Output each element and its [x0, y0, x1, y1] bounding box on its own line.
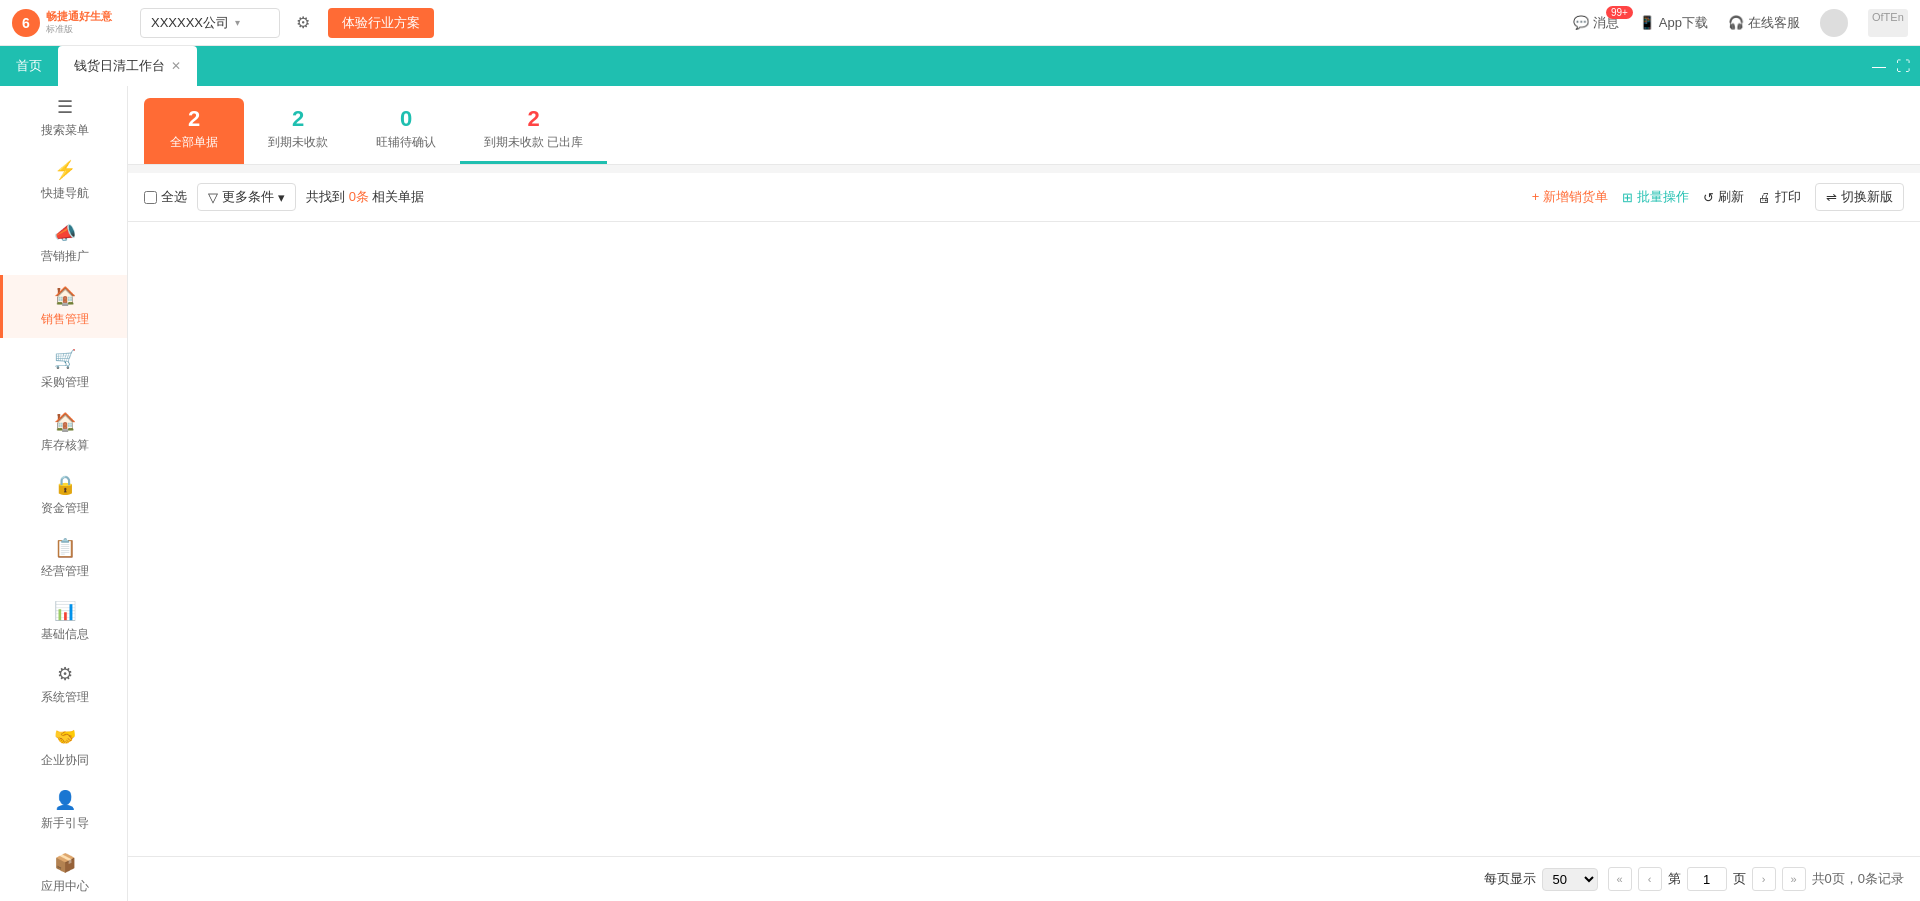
chevron-down-icon: ▾	[278, 190, 285, 205]
select-all-checkbox[interactable]: 全选	[144, 188, 187, 206]
sidebar-item-operations[interactable]: 📋 经营管理	[0, 527, 127, 590]
operations-icon: 📋	[54, 537, 76, 559]
user-name-area[interactable]: OfTEn	[1868, 9, 1908, 37]
pagination-bar: 每页显示 50 100 200 « ‹ 第 页 › » 共0页，0条记录	[128, 856, 1920, 901]
sidebar-item-guide[interactable]: 👤 新手引导	[0, 779, 127, 842]
quick-nav-icon: ⚡	[54, 159, 76, 181]
header-right: 💬 消息 99+ 📱 App下载 🎧 在线客服 OfTEn	[1573, 9, 1908, 37]
sidebar-item-enterprise[interactable]: 🤝 企业协同	[0, 716, 127, 779]
all-checkbox-input[interactable]	[144, 191, 157, 204]
main-layout: ☰ 搜索菜单 ⚡ 快捷导航 📣 营销推广 🏠 销售管理 🛒 采购管理 🏠 库存核…	[0, 86, 1920, 901]
page-input[interactable]	[1687, 867, 1727, 891]
total-records-text: 共0页，0条记录	[1812, 870, 1904, 888]
logo-area: 6 畅捷通好生意 标准版	[12, 9, 140, 37]
sidebar-item-marketing[interactable]: 📣 营销推广	[0, 212, 127, 275]
stats-tabs: 2 全部单据 2 到期未收款 0 旺辅待确认 2 到期未收款 已出库	[128, 86, 1920, 165]
chevron-down-icon: ▾	[235, 17, 240, 28]
last-page-button[interactable]: »	[1782, 867, 1806, 891]
print-button[interactable]: 🖨 打印	[1758, 188, 1801, 206]
app-download-button[interactable]: 📱 App下载	[1639, 14, 1708, 32]
logo-text: 畅捷通好生意 标准版	[46, 9, 112, 36]
top-header: 6 畅捷通好生意 标准版 XXXXXX公司 ▾ ⚙ 体验行业方案 💬 消息 99…	[0, 0, 1920, 46]
sidebar-item-quick-nav[interactable]: ⚡ 快捷导航	[0, 149, 127, 212]
sidebar-item-basic-info[interactable]: 📊 基础信息	[0, 590, 127, 653]
tab-bar: 首页 钱货日清工作台 ✕ — ⛶	[0, 46, 1920, 86]
message-badge: 99+	[1606, 6, 1633, 19]
message-icon: 💬	[1573, 15, 1589, 30]
content-area: 2 全部单据 2 到期未收款 0 旺辅待确认 2 到期未收款 已出库 全选	[128, 86, 1920, 901]
finance-icon: 🔒	[54, 474, 76, 496]
close-icon[interactable]: ✕	[171, 59, 181, 73]
message-button[interactable]: 💬 消息 99+	[1573, 14, 1619, 32]
avatar[interactable]	[1820, 9, 1848, 37]
maximize-icon[interactable]: ⛶	[1896, 58, 1910, 74]
enterprise-icon: 🤝	[54, 726, 76, 748]
filter-icon: ▽	[208, 190, 218, 205]
switch-icon: ⇌	[1826, 190, 1837, 205]
sidebar-item-inventory[interactable]: 🏠 库存核算	[0, 401, 127, 464]
app-center-icon: 📦	[54, 852, 76, 874]
tab-home[interactable]: 首页	[0, 46, 58, 86]
purchase-icon: 🛒	[54, 348, 76, 370]
basic-info-icon: 📊	[54, 600, 76, 622]
online-service-button[interactable]: 🎧 在线客服	[1728, 14, 1800, 32]
sidebar-item-finance[interactable]: 🔒 资金管理	[0, 464, 127, 527]
app-logo: 6	[12, 9, 40, 37]
found-text: 共找到 0条 相关单据	[306, 188, 424, 206]
sidebar: ☰ 搜索菜单 ⚡ 快捷导航 📣 营销推广 🏠 销售管理 🛒 采购管理 🏠 库存核…	[0, 86, 128, 901]
settings-button[interactable]: ⚙	[288, 8, 318, 38]
switch-new-version-button[interactable]: ⇌ 切换新版	[1815, 183, 1904, 211]
table-area	[128, 222, 1920, 856]
company-selector[interactable]: XXXXXX公司 ▾	[140, 8, 280, 38]
sidebar-item-system[interactable]: ⚙ 系统管理	[0, 653, 127, 716]
inventory-icon: 🏠	[54, 411, 76, 433]
tab-bar-actions: — ⛶	[1872, 58, 1920, 74]
stats-tab-overdue[interactable]: 2 到期未收款	[244, 98, 352, 164]
sidebar-item-app-center[interactable]: 📦 应用中心	[0, 842, 127, 901]
tab-workbench[interactable]: 钱货日清工作台 ✕	[58, 46, 197, 86]
stats-tab-out[interactable]: 2 到期未收款 已出库	[460, 98, 607, 164]
toolbar: 全选 ▽ 更多条件 ▾ 共找到 0条 相关单据 + 新增销货单 ⊞ 批量操作	[128, 173, 1920, 222]
new-sale-button[interactable]: + 新增销货单	[1532, 188, 1608, 206]
refresh-button[interactable]: ↺ 刷新	[1703, 188, 1744, 206]
per-page-selector: 每页显示 50 100 200	[1484, 868, 1598, 891]
refresh-icon: ↺	[1703, 190, 1714, 205]
search-menu-icon: ☰	[57, 96, 73, 118]
sales-icon: 🏠	[54, 285, 76, 307]
first-page-button[interactable]: «	[1608, 867, 1632, 891]
toolbar-right: + 新增销货单 ⊞ 批量操作 ↺ 刷新 🖨 打印 ⇌ 切换新版	[1532, 183, 1904, 211]
batch-icon: ⊞	[1622, 190, 1633, 205]
gear-icon: ⚙	[296, 13, 310, 32]
download-icon: 📱	[1639, 15, 1655, 30]
filter-button[interactable]: ▽ 更多条件 ▾	[197, 183, 296, 211]
next-page-button[interactable]: ›	[1752, 867, 1776, 891]
sidebar-item-sales[interactable]: 🏠 销售管理	[0, 275, 127, 338]
service-icon: 🎧	[1728, 15, 1744, 30]
system-icon: ⚙	[57, 663, 73, 685]
marketing-icon: 📣	[54, 222, 76, 244]
batch-ops-button[interactable]: ⊞ 批量操作	[1622, 188, 1689, 206]
stats-tab-pending[interactable]: 0 旺辅待确认	[352, 98, 460, 164]
sidebar-item-search-menu[interactable]: ☰ 搜索菜单	[0, 86, 127, 149]
stats-tab-all[interactable]: 2 全部单据	[144, 98, 244, 164]
guide-icon: 👤	[54, 789, 76, 811]
prev-page-button[interactable]: ‹	[1638, 867, 1662, 891]
sidebar-item-purchase[interactable]: 🛒 采购管理	[0, 338, 127, 401]
minimize-icon[interactable]: —	[1872, 58, 1886, 74]
page-navigation: « ‹ 第 页 › » 共0页，0条记录	[1608, 867, 1904, 891]
experience-industry-button[interactable]: 体验行业方案	[328, 8, 434, 38]
per-page-select[interactable]: 50 100 200	[1542, 868, 1598, 891]
print-icon: 🖨	[1758, 190, 1771, 205]
